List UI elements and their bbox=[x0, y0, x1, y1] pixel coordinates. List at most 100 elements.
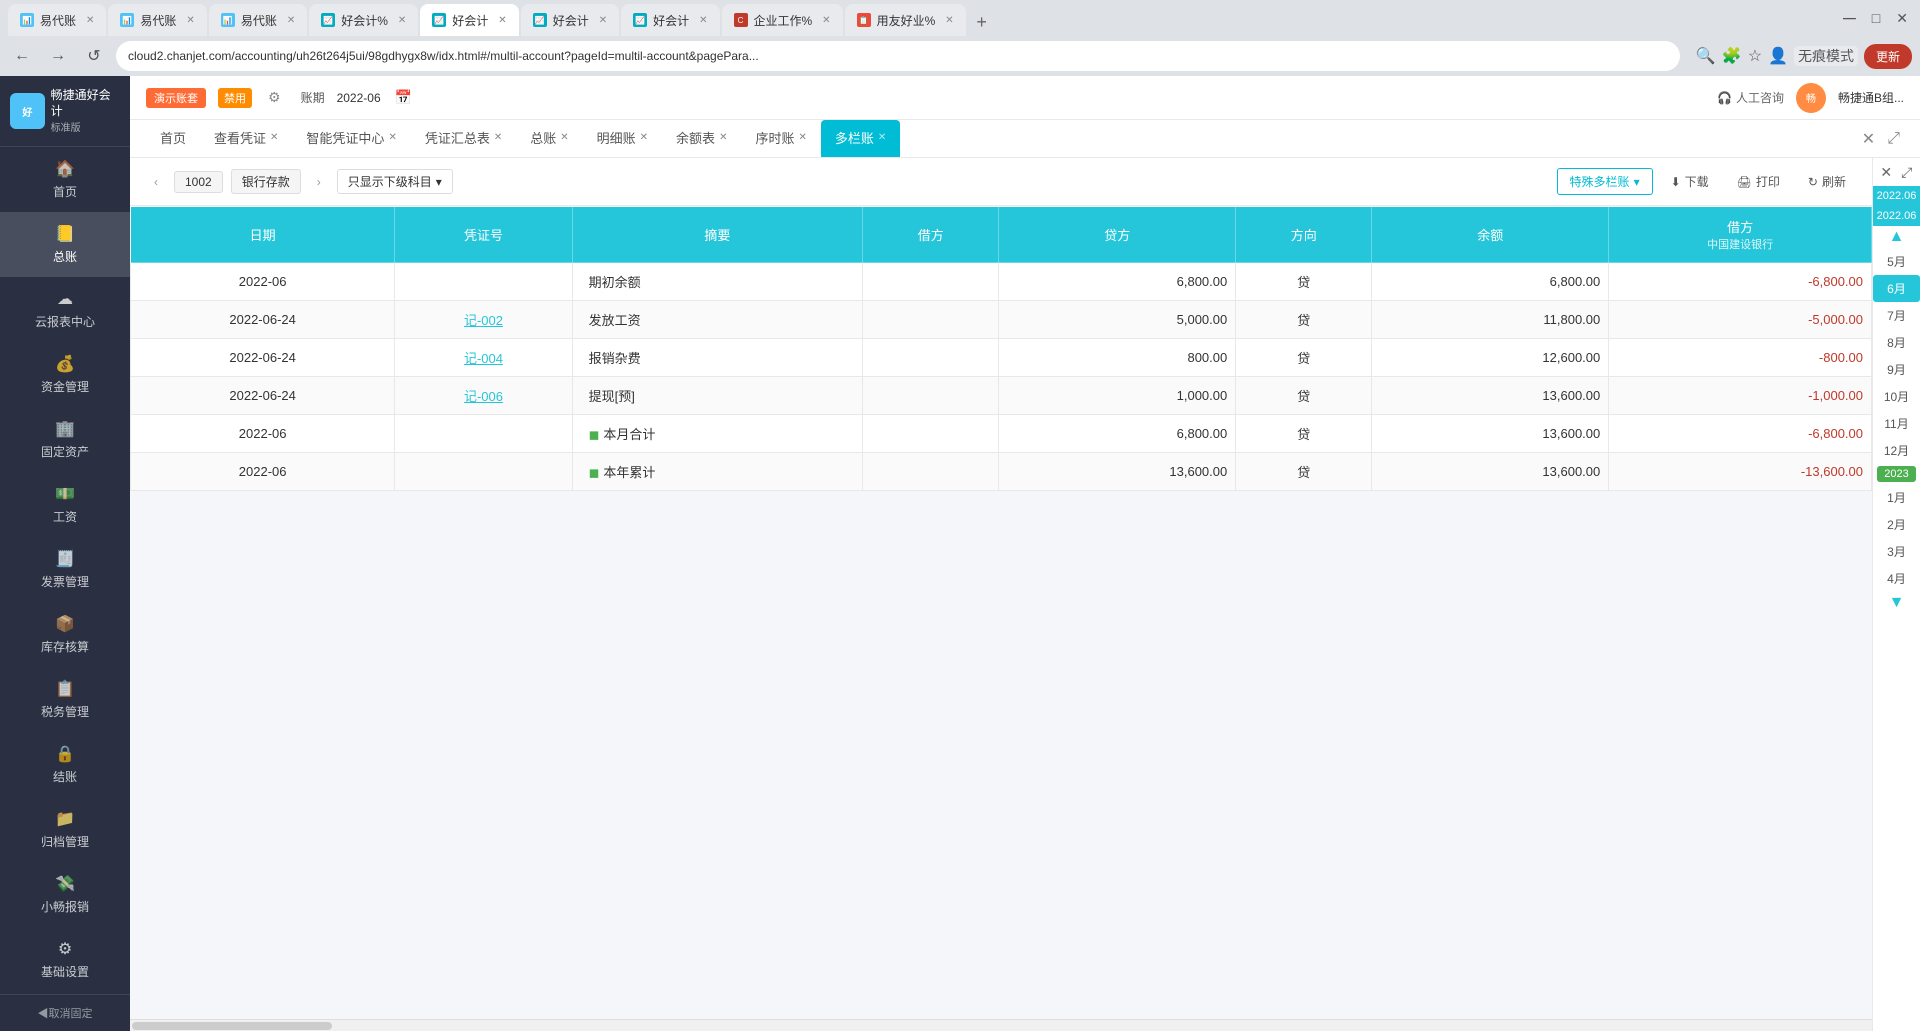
extensions-icon[interactable]: 🧩 bbox=[1722, 46, 1742, 66]
minimize-button[interactable]: ─ bbox=[1843, 8, 1856, 29]
print-button[interactable]: 🖨 打印 bbox=[1727, 169, 1790, 194]
page-tab-首页[interactable]: 首页 bbox=[146, 120, 200, 157]
calendar-scroll-up[interactable]: ▲ bbox=[1873, 226, 1920, 248]
page-tab-close-icon[interactable]: ✕ bbox=[640, 132, 648, 143]
td-voucher[interactable]: 记-002 bbox=[395, 301, 572, 339]
tab-close-icon[interactable]: ✕ bbox=[186, 15, 194, 26]
sidebar-item-ledger[interactable]: 📒总账 bbox=[0, 212, 130, 277]
scrollbar-thumb[interactable] bbox=[132, 1022, 332, 1030]
special-multicolumn-button[interactable]: 特殊多栏账 ▾ bbox=[1557, 168, 1653, 195]
page-tab-明细账[interactable]: 明细账✕ bbox=[583, 120, 662, 157]
avatar[interactable]: 畅 bbox=[1796, 83, 1826, 113]
calendar-icon[interactable]: 📅 bbox=[395, 89, 412, 106]
sidebar-item-inventory[interactable]: 📦库存核算 bbox=[0, 602, 130, 667]
page-tab-总账[interactable]: 总账✕ bbox=[516, 120, 582, 157]
sidebar-item-close[interactable]: 🔒结账 bbox=[0, 732, 130, 797]
refresh-button[interactable]: ↻ 刷新 bbox=[1798, 169, 1856, 194]
next-subject-button[interactable]: › bbox=[309, 172, 329, 192]
page-tab-余额表[interactable]: 余额表✕ bbox=[662, 120, 741, 157]
page-tab-close-icon[interactable]: ✕ bbox=[878, 132, 886, 143]
calendar-month-6月[interactable]: 6月 bbox=[1873, 275, 1920, 302]
sidebar-item-settings[interactable]: ⚙基础设置 bbox=[0, 927, 130, 992]
browser-tab-tab4[interactable]: 📈好会计%✕ bbox=[309, 4, 418, 36]
sidebar-item-home[interactable]: 🏠首页 bbox=[0, 147, 130, 212]
close-window-button[interactable]: ✕ bbox=[1896, 10, 1908, 27]
td-voucher[interactable]: 记-006 bbox=[395, 377, 572, 415]
profile-icon[interactable]: 👤 bbox=[1768, 46, 1788, 66]
notrack-mode[interactable]: 无痕模式 bbox=[1794, 46, 1858, 66]
voucher-link[interactable]: 记-002 bbox=[464, 313, 503, 328]
tab-close-icon[interactable]: ✕ bbox=[822, 15, 830, 26]
page-tab-凭证汇总表[interactable]: 凭证汇总表✕ bbox=[411, 120, 516, 157]
download-button[interactable]: ⬇ 下载 bbox=[1661, 169, 1719, 194]
page-tab-close-icon[interactable]: ✕ bbox=[388, 132, 396, 143]
address-input[interactable] bbox=[116, 41, 1680, 71]
calendar-month-12月[interactable]: 12月 bbox=[1873, 437, 1920, 464]
page-tab-close-icon[interactable]: ✕ bbox=[494, 132, 502, 143]
browser-tab-tab2[interactable]: 📊易代账✕ bbox=[108, 4, 206, 36]
tab-close-icon[interactable]: ✕ bbox=[398, 15, 406, 26]
new-tab-button[interactable]: + bbox=[968, 8, 996, 36]
back-button[interactable]: ← bbox=[8, 42, 36, 70]
calendar-month-7月[interactable]: 7月 bbox=[1873, 302, 1920, 329]
expand-panel-icon[interactable]: ⤢ bbox=[1883, 126, 1904, 152]
sidebar-item-archive[interactable]: 📁归档管理 bbox=[0, 797, 130, 862]
voucher-link[interactable]: 记-004 bbox=[464, 351, 503, 366]
maximize-button[interactable]: □ bbox=[1872, 10, 1880, 26]
filter-dropdown[interactable]: 只显示下级科目 ▾ bbox=[337, 169, 453, 194]
tag-dropdown[interactable]: 禁用 bbox=[218, 88, 252, 108]
tab-close-icon[interactable]: ✕ bbox=[287, 15, 295, 26]
close-panel-icon[interactable]: ✕ bbox=[1858, 125, 1879, 153]
calendar-month-9月[interactable]: 9月 bbox=[1873, 356, 1920, 383]
update-button[interactable]: 更新 bbox=[1864, 44, 1912, 69]
browser-tab-tab9[interactable]: 📋用友好业%✕ bbox=[845, 4, 966, 36]
calendar-month-2月[interactable]: 2月 bbox=[1873, 511, 1920, 538]
sidebar-item-funds[interactable]: 💰资金管理 bbox=[0, 342, 130, 407]
calendar-scroll-down[interactable]: ▼ bbox=[1873, 592, 1920, 614]
close-calendar-icon[interactable]: ✕ bbox=[1877, 162, 1896, 182]
browser-tab-tab5[interactable]: 📈好会计✕ bbox=[420, 4, 518, 36]
page-tab-close-icon[interactable]: ✕ bbox=[798, 132, 806, 143]
sidebar-item-salary[interactable]: 💵工资 bbox=[0, 472, 130, 537]
sidebar-item-assets[interactable]: 🏢固定资产 bbox=[0, 407, 130, 472]
horizontal-scrollbar[interactable] bbox=[130, 1019, 1872, 1031]
page-tab-close-icon[interactable]: ✕ bbox=[270, 132, 278, 143]
settings-icon[interactable]: ⚙ bbox=[268, 89, 281, 106]
page-tab-查看凭证[interactable]: 查看凭证✕ bbox=[200, 120, 292, 157]
calendar-month-1月[interactable]: 1月 bbox=[1873, 484, 1920, 511]
tab-close-icon[interactable]: ✕ bbox=[498, 15, 506, 26]
calendar-month-11月[interactable]: 11月 bbox=[1873, 410, 1920, 437]
tab-close-icon[interactable]: ✕ bbox=[945, 15, 953, 26]
browser-tab-tab3[interactable]: 📊易代账✕ bbox=[209, 4, 307, 36]
sidebar-item-expense[interactable]: 💸小畅报销 bbox=[0, 862, 130, 927]
tab-close-icon[interactable]: ✕ bbox=[599, 15, 607, 26]
bookmark-icon[interactable]: ☆ bbox=[1748, 46, 1762, 66]
browser-tab-tab1[interactable]: 📊易代账✕ bbox=[8, 4, 106, 36]
expand-calendar-icon[interactable]: ⤢ bbox=[1898, 162, 1917, 182]
prev-subject-button[interactable]: ‹ bbox=[146, 172, 166, 192]
browser-tab-tab8[interactable]: C企业工作%✕ bbox=[722, 4, 843, 36]
service-button[interactable]: 🎧 人工咨询 bbox=[1717, 89, 1784, 106]
td-voucher[interactable]: 记-004 bbox=[395, 339, 572, 377]
tab-close-icon[interactable]: ✕ bbox=[86, 15, 94, 26]
sidebar-item-invoice[interactable]: 🧾发票管理 bbox=[0, 537, 130, 602]
sidebar-item-reports[interactable]: ☁云报表中心 bbox=[0, 277, 130, 342]
tab-close-icon[interactable]: ✕ bbox=[699, 15, 707, 26]
page-tab-智能凭证中心[interactable]: 智能凭证中心✕ bbox=[292, 120, 410, 157]
browser-tab-tab7[interactable]: 📈好会计✕ bbox=[621, 4, 719, 36]
page-tab-序时账[interactable]: 序时账✕ bbox=[741, 120, 820, 157]
forward-button[interactable]: → bbox=[44, 42, 72, 70]
page-tab-close-icon[interactable]: ✕ bbox=[560, 132, 568, 143]
reload-button[interactable]: ↺ bbox=[80, 42, 108, 70]
calendar-month-3月[interactable]: 3月 bbox=[1873, 538, 1920, 565]
calendar-month-10月[interactable]: 10月 bbox=[1873, 383, 1920, 410]
browser-tab-tab6[interactable]: 📈好会计✕ bbox=[521, 4, 619, 36]
sidebar-item-tax[interactable]: 📋税务管理 bbox=[0, 667, 130, 732]
calendar-month-8月[interactable]: 8月 bbox=[1873, 329, 1920, 356]
unpin-button[interactable]: ◀取消固定 bbox=[0, 994, 130, 1031]
calendar-month-4月[interactable]: 4月 bbox=[1873, 565, 1920, 592]
search-icon[interactable]: 🔍 bbox=[1696, 46, 1716, 66]
page-tab-close-icon[interactable]: ✕ bbox=[719, 132, 727, 143]
calendar-month-5月[interactable]: 5月 bbox=[1873, 248, 1920, 275]
page-tab-多栏账[interactable]: 多栏账✕ bbox=[821, 120, 900, 157]
